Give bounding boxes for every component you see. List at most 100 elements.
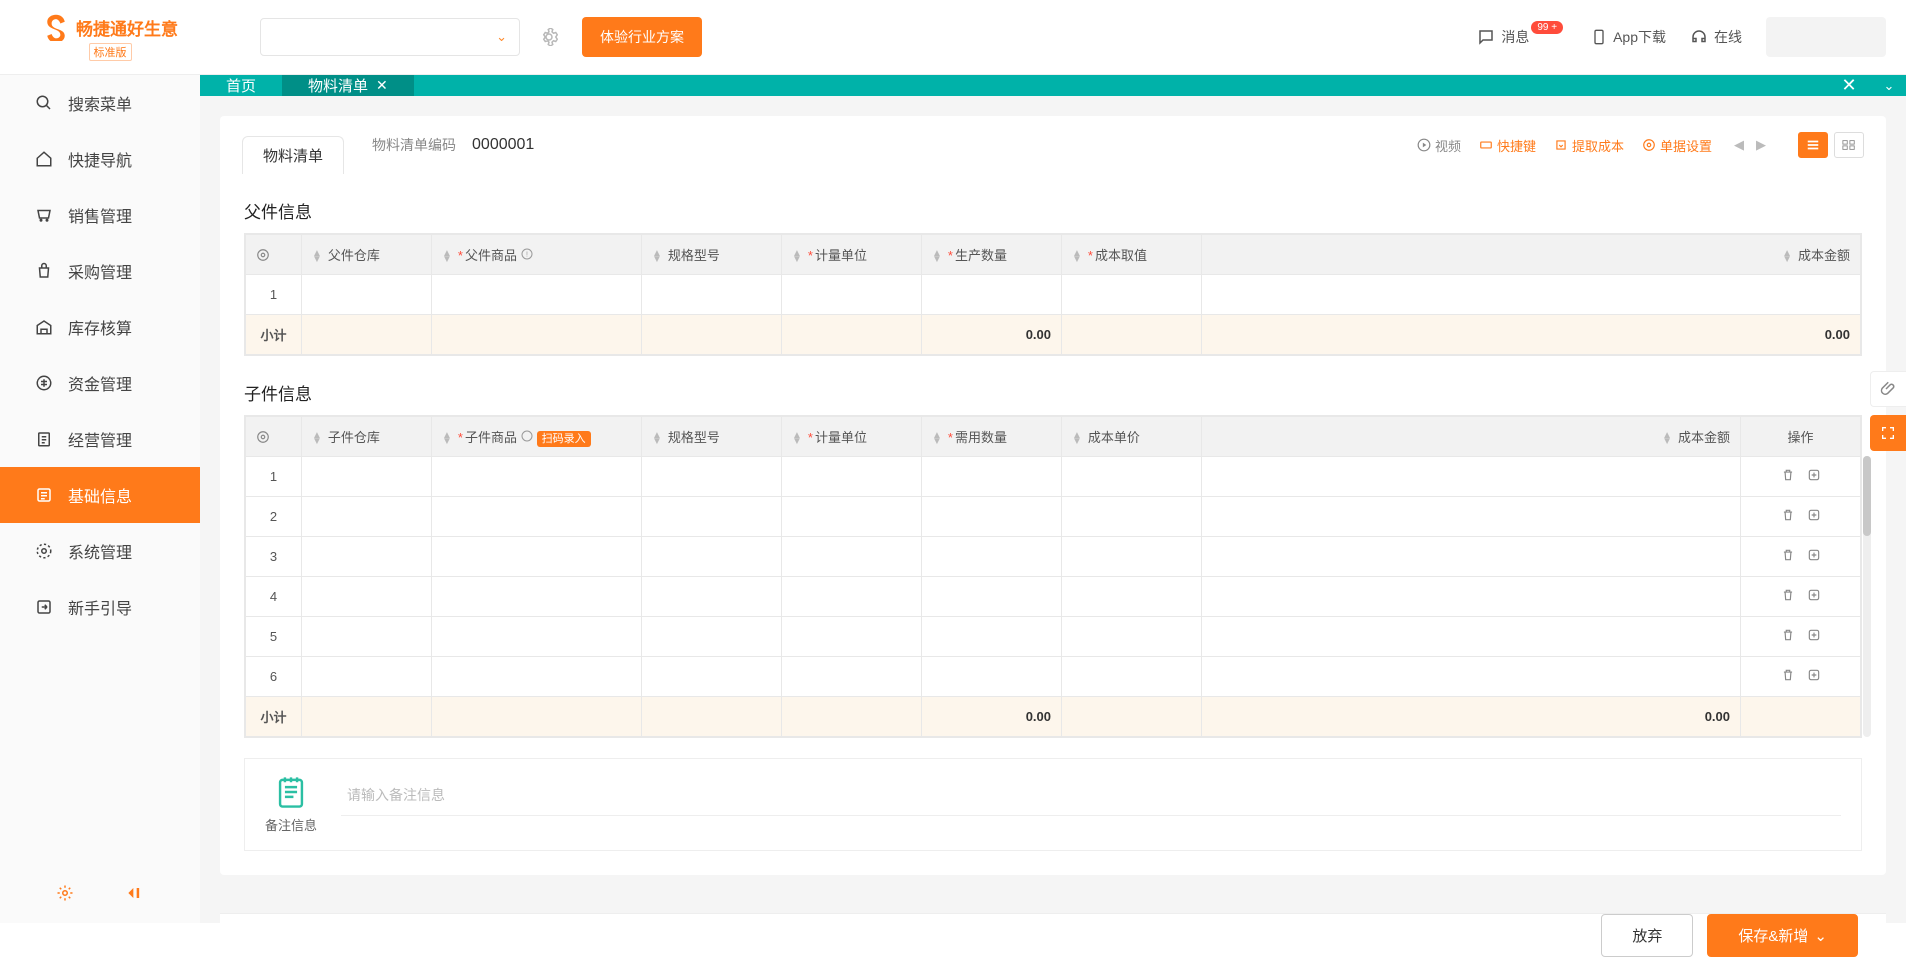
close-icon[interactable]: ✕	[376, 77, 388, 94]
list-icon	[1806, 139, 1820, 151]
col-parent-warehouse[interactable]: ▲▼父件仓库	[302, 235, 432, 275]
sort-icon: ▲▼	[1072, 251, 1082, 263]
col-child-warehouse[interactable]: ▲▼子件仓库	[302, 417, 432, 457]
chevron-down-icon: ⌄	[1814, 927, 1827, 945]
sidebar-item-inventory[interactable]: 库存核算	[0, 299, 200, 355]
card-tab[interactable]: 物料清单	[242, 136, 344, 174]
view-grid-button[interactable]	[1834, 132, 1864, 158]
add-row-button[interactable]	[1807, 468, 1821, 482]
remark-label: 备注信息	[265, 815, 317, 834]
play-icon	[1417, 138, 1431, 152]
sidebar-item-funds[interactable]: 资金管理	[0, 355, 200, 411]
row-number: 3	[246, 537, 302, 577]
cta-button[interactable]: 体验行业方案	[582, 17, 702, 57]
col-label: 成本取值	[1095, 248, 1147, 263]
sidebar-item-purchase[interactable]: 采购管理	[0, 243, 200, 299]
table-row[interactable]: 3	[246, 537, 1861, 577]
table-row[interactable]: 2	[246, 497, 1861, 537]
add-row-button[interactable]	[1807, 508, 1821, 522]
col-child-cost-amount[interactable]: ▲▼成本金额	[1202, 417, 1741, 457]
scroll-thumb[interactable]	[1863, 456, 1871, 536]
delete-row-button[interactable]	[1781, 468, 1795, 482]
shortcut-button[interactable]: 快捷键	[1479, 136, 1536, 155]
scan-badge[interactable]: 扫码录入	[537, 431, 591, 447]
table-row[interactable]: 4	[246, 577, 1861, 617]
sort-icon: ▲▼	[652, 251, 662, 263]
video-help-button[interactable]: 视频	[1417, 136, 1461, 155]
prev-button[interactable]: ◀	[1730, 137, 1748, 153]
subtotal-amount: 0.00	[1202, 315, 1861, 355]
col-child-unit[interactable]: ▲▼*计量单位	[782, 417, 922, 457]
collapse-sidebar-button[interactable]	[125, 885, 145, 901]
settings-gear-button[interactable]	[534, 22, 564, 52]
col-child-need-qty[interactable]: ▲▼*需用数量	[922, 417, 1062, 457]
col-label: 操作	[1787, 430, 1813, 445]
add-row-button[interactable]	[1807, 588, 1821, 602]
row-ops	[1741, 457, 1861, 497]
delete-row-button[interactable]	[1781, 508, 1795, 522]
sidebar-item-guide[interactable]: 新手引导	[0, 579, 200, 635]
sidebar-item-label: 新手引导	[68, 595, 132, 619]
table-config-button[interactable]	[246, 235, 302, 275]
extract-cost-button[interactable]: 提取成本	[1554, 136, 1624, 155]
fullscreen-button[interactable]	[1870, 415, 1906, 451]
vertical-scrollbar[interactable]	[1863, 456, 1871, 737]
next-button[interactable]: ▶	[1752, 137, 1770, 153]
col-parent-spec[interactable]: ▲▼规格型号	[642, 235, 782, 275]
tab-bom[interactable]: 物料清单✕	[282, 75, 414, 96]
delete-row-button[interactable]	[1781, 628, 1795, 642]
info-icon	[521, 430, 533, 442]
col-child-item[interactable]: ▲▼*子件商品 扫码录入	[432, 417, 642, 457]
table-row[interactable]: 1	[246, 275, 1861, 315]
sidebar-item-search[interactable]: 搜索菜单	[0, 75, 200, 131]
sidebar-item-system[interactable]: 系统管理	[0, 523, 200, 579]
support-button[interactable]: 在线	[1690, 27, 1742, 47]
delete-row-button[interactable]	[1781, 548, 1795, 562]
user-avatar[interactable]	[1766, 17, 1886, 57]
bill-settings-button[interactable]: 单据设置	[1642, 136, 1712, 155]
gear-icon	[1642, 138, 1656, 152]
attachment-button[interactable]	[1870, 371, 1906, 407]
messages-button[interactable]: 消息 99 +	[1477, 27, 1567, 47]
col-parent-cost-basis[interactable]: ▲▼*成本取值	[1062, 235, 1202, 275]
col-parent-item[interactable]: ▲▼*父件商品 !	[432, 235, 642, 275]
row-ops	[1741, 657, 1861, 697]
table-row[interactable]: 5	[246, 617, 1861, 657]
tab-home[interactable]: 首页	[200, 75, 282, 96]
save-and-new-button[interactable]: 保存&新增⌄	[1707, 914, 1858, 957]
table-row[interactable]: 6	[246, 657, 1861, 697]
sort-icon: ▲▼	[1782, 251, 1792, 263]
tabbar-close-button[interactable]: ✕	[1826, 75, 1872, 96]
col-parent-unit[interactable]: ▲▼*计量单位	[782, 235, 922, 275]
sort-icon: ▲▼	[1662, 433, 1672, 445]
row-number: 2	[246, 497, 302, 537]
sort-icon: ▲▼	[792, 251, 802, 263]
delete-row-button[interactable]	[1781, 588, 1795, 602]
warehouse-icon	[34, 317, 54, 337]
card-header: 物料清单 物料清单编码 0000001 视频 快捷键 提取成本 单据设置 ◀ ▶	[220, 116, 1886, 174]
remark-input[interactable]	[341, 775, 1841, 816]
theme-gear-button[interactable]	[56, 884, 74, 902]
sidebar-item-ops[interactable]: 经营管理	[0, 411, 200, 467]
delete-row-button[interactable]	[1781, 668, 1795, 682]
sidebar-footer	[0, 863, 200, 923]
company-selector[interactable]: ⌄	[260, 18, 520, 56]
discard-button[interactable]: 放弃	[1601, 914, 1693, 957]
table-config-button[interactable]	[246, 417, 302, 457]
add-row-button[interactable]	[1807, 628, 1821, 642]
add-row-button[interactable]	[1807, 548, 1821, 562]
sidebar-item-sales[interactable]: 销售管理	[0, 187, 200, 243]
add-row-button[interactable]	[1807, 668, 1821, 682]
sidebar-item-baseinfo[interactable]: 基础信息	[0, 467, 200, 523]
search-icon	[34, 93, 54, 113]
col-parent-cost-amount[interactable]: ▲▼成本金额	[1202, 235, 1861, 275]
tabbar-more-button[interactable]: ⌄	[1872, 75, 1906, 96]
sidebar-item-quicknav[interactable]: 快捷导航	[0, 131, 200, 187]
view-list-button[interactable]	[1798, 132, 1828, 158]
col-child-spec[interactable]: ▲▼规格型号	[642, 417, 782, 457]
header-right: 消息 99 + App下载 在线	[1477, 17, 1886, 57]
table-row[interactable]: 1	[246, 457, 1861, 497]
app-download-button[interactable]: App下载	[1591, 27, 1666, 47]
col-child-unit-cost[interactable]: ▲▼成本单价	[1062, 417, 1202, 457]
col-parent-qty[interactable]: ▲▼*生产数量	[922, 235, 1062, 275]
